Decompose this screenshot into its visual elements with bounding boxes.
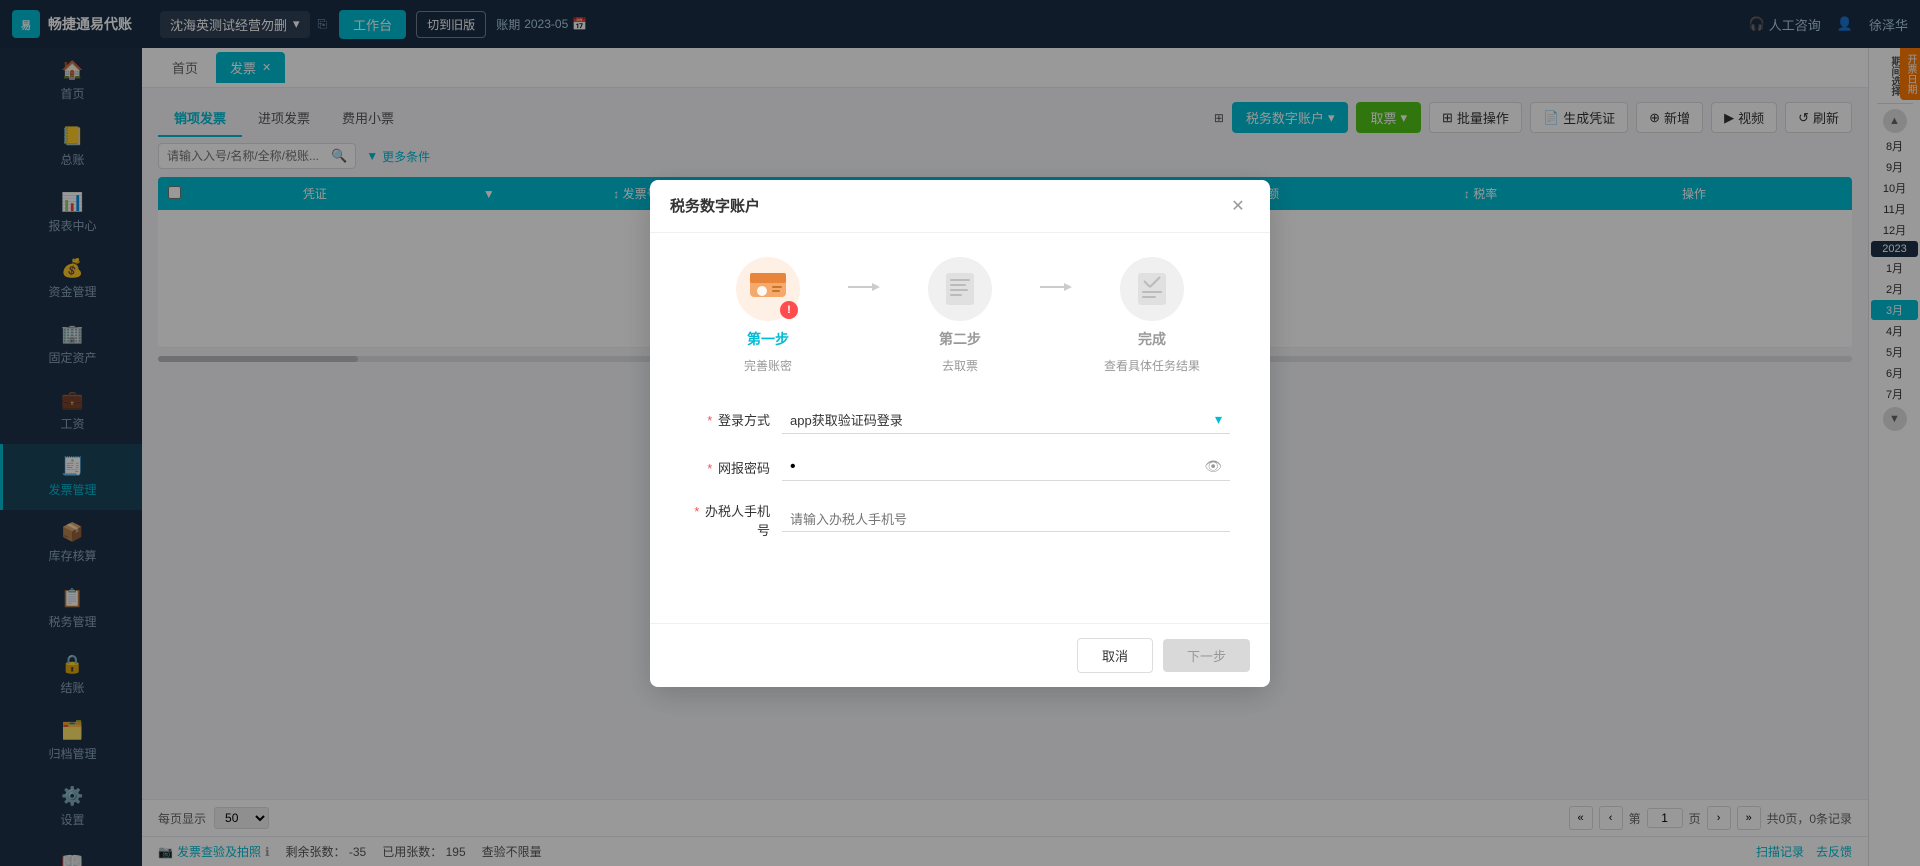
phone-row: * 办税人手机号: [690, 501, 1230, 539]
step-1-label: 第一步: [747, 329, 789, 349]
phone-input[interactable]: [782, 508, 1230, 532]
phone-label: * 办税人手机号: [690, 501, 770, 539]
modal-close-button[interactable]: ✕: [1226, 194, 1250, 218]
step-2-label: 第二步: [939, 329, 981, 349]
modal-title: 税务数字账户: [670, 195, 760, 216]
step-1: ! 第一步 完善账密: [690, 257, 846, 374]
next-button[interactable]: 下一步: [1163, 639, 1250, 672]
password-input[interactable]: [790, 458, 1204, 476]
step-1-circle: !: [736, 257, 800, 321]
select-dropdown-icon: ▾: [1215, 411, 1222, 428]
tax-account-modal: 税务数字账户 ✕: [650, 180, 1270, 687]
step-2-desc: 去取票: [942, 357, 978, 374]
password-input-wrap: 👁: [782, 454, 1230, 481]
form-spacer: [690, 559, 1230, 599]
invoice-svg: [938, 267, 982, 311]
step-arrow-1: [846, 257, 882, 297]
steps-row: ! 第一步 完善账密: [690, 257, 1230, 374]
password-label: * 网报密码: [690, 458, 770, 477]
step-3-circle: [1120, 257, 1184, 321]
modal-header: 税务数字账户 ✕: [650, 180, 1270, 233]
step-2: 第二步 去取票: [882, 257, 1038, 374]
step-3: 完成 查看具体任务结果: [1074, 257, 1230, 374]
checklist-svg: [1130, 267, 1174, 311]
step-arrow-2: [1038, 257, 1074, 297]
modal-overlay: 税务数字账户 ✕: [0, 0, 1920, 866]
step-1-badge: !: [780, 301, 798, 319]
password-row: * 网报密码 👁: [690, 454, 1230, 481]
user-card-svg: [746, 263, 790, 307]
password-toggle-icon[interactable]: 👁: [1204, 458, 1222, 475]
login-method-label: * 登录方式: [690, 410, 770, 429]
login-method-value: app获取验证码登录: [790, 410, 1215, 429]
cancel-button[interactable]: 取消: [1077, 638, 1153, 673]
modal-footer: 取消 下一步: [650, 623, 1270, 687]
step-1-desc: 完善账密: [744, 357, 792, 374]
step-2-circle: [928, 257, 992, 321]
login-method-row: * 登录方式 app获取验证码登录 ▾: [690, 406, 1230, 434]
login-method-select[interactable]: app获取验证码登录 ▾: [782, 406, 1230, 434]
step-3-label: 完成: [1138, 329, 1166, 349]
step-3-desc: 查看具体任务结果: [1104, 357, 1200, 374]
modal-body: ! 第一步 完善账密: [650, 233, 1270, 623]
